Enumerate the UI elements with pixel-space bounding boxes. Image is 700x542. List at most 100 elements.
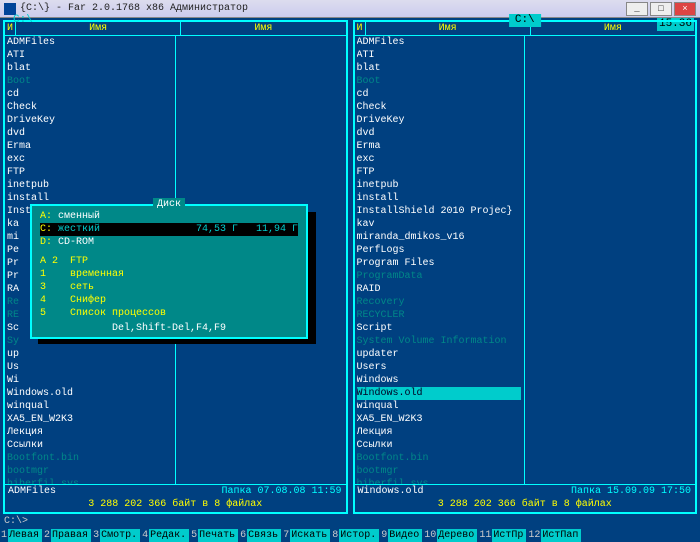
history-row[interactable]: 3 сеть — [40, 281, 298, 294]
maximize-button[interactable]: □ — [650, 2, 672, 16]
file-item[interactable]: kav — [357, 218, 522, 231]
file-item[interactable]: dvd — [357, 127, 522, 140]
file-item[interactable]: Boot — [357, 75, 522, 88]
file-item[interactable]: bootmgr — [7, 465, 172, 478]
file-item[interactable]: Bootfont.bin — [7, 452, 172, 465]
fkey-5[interactable]: 5Печать — [190, 528, 239, 542]
right-path: C:\ — [509, 14, 541, 27]
file-item[interactable]: ProgramData — [357, 270, 522, 283]
right-status-name: Windows.old — [358, 486, 424, 497]
terminal: 15:36 C:\ И Имя Имя ADMFilesATIblatBootc… — [0, 18, 700, 542]
history-list[interactable]: A 2 FTP 1 временная 3 сеть 4 Снифер 5 Сп… — [40, 255, 298, 320]
file-item[interactable]: Wi — [7, 374, 172, 387]
fkey-10[interactable]: 10Дерево — [423, 528, 478, 542]
left-status-info: Папка 07.08.08 11:59 — [221, 485, 341, 498]
file-item[interactable]: Ссылки — [357, 439, 522, 452]
file-item[interactable]: FTP — [357, 166, 522, 179]
close-button[interactable]: × — [674, 2, 696, 16]
file-item[interactable]: Users — [357, 361, 522, 374]
col-name: Имя — [15, 22, 180, 35]
file-item[interactable]: cd — [357, 88, 522, 101]
fkey-6[interactable]: 6Связь — [239, 528, 282, 542]
file-item[interactable]: winqual — [7, 400, 172, 413]
file-item[interactable]: Ссылки — [7, 439, 172, 452]
right-status: Windows.old Папка 15.09.09 17:50 3 288 2… — [355, 484, 696, 512]
file-item[interactable]: DriveKey — [7, 114, 172, 127]
command-prompt[interactable]: C:\> — [4, 515, 28, 528]
function-keys: 1Левая 2Правая3Смотр.4Редак.5Печать6Связ… — [0, 528, 700, 542]
drive-row[interactable]: A:сменный — [40, 210, 298, 223]
file-item[interactable]: Windows.old — [357, 387, 522, 400]
file-item[interactable]: Program Files — [357, 257, 522, 270]
fkey-7[interactable]: 7Искать — [282, 528, 331, 542]
file-item[interactable]: updater — [357, 348, 522, 361]
file-item[interactable]: RECYCLER — [357, 309, 522, 322]
file-item[interactable]: RAID — [357, 283, 522, 296]
file-item[interactable]: DriveKey — [357, 114, 522, 127]
window-titlebar: {C:\} - Far 2.0.1768 x86 Администратор _… — [0, 0, 700, 18]
drive-row[interactable]: C:жесткий74,53 Г11,94 Г — [40, 223, 298, 236]
dialog-title: Диск — [153, 198, 185, 211]
file-item[interactable]: PerfLogs — [357, 244, 522, 257]
file-item[interactable]: Лекция — [7, 426, 172, 439]
file-item[interactable]: winqual — [357, 400, 522, 413]
history-row[interactable]: 1 временная — [40, 268, 298, 281]
file-item[interactable]: System Volume Information — [357, 335, 522, 348]
left-path: C:\ — [13, 14, 33, 27]
file-item[interactable]: Check — [357, 101, 522, 114]
fkey-2[interactable]: 2Правая — [43, 528, 92, 542]
left-status-bytes: 3 288 202 366 байт в 8 файлах — [8, 498, 343, 511]
file-item[interactable]: Recovery — [357, 296, 522, 309]
file-item[interactable]: FTP — [7, 166, 172, 179]
file-item[interactable]: Bootfont.bin — [357, 452, 522, 465]
file-item[interactable]: inetpub — [7, 179, 172, 192]
fkey-3[interactable]: 3Смотр. — [92, 528, 141, 542]
file-item[interactable]: miranda_dmikos_v16 — [357, 231, 522, 244]
history-row[interactable]: 5 Список процессов — [40, 307, 298, 320]
right-status-info: Папка 15.09.09 17:50 — [571, 485, 691, 498]
file-item[interactable]: Windows — [357, 374, 522, 387]
fkey-1[interactable]: 1Левая — [0, 528, 43, 542]
fkey-11[interactable]: 11ИстПр — [478, 528, 527, 542]
right-file-column[interactable]: ADMFilesATIblatBootcdCheckDriveKeydvdErm… — [355, 36, 526, 484]
file-item[interactable]: InstallShield 2010 Projec} — [357, 205, 522, 218]
file-item[interactable]: Check — [7, 101, 172, 114]
file-item[interactable]: bootmgr — [357, 465, 522, 478]
drive-row[interactable]: D:CD-ROM — [40, 236, 298, 249]
col-mark: И — [355, 22, 365, 35]
file-item[interactable]: exc — [7, 153, 172, 166]
history-row[interactable]: A 2 FTP — [40, 255, 298, 268]
file-item[interactable]: install — [357, 192, 522, 205]
fkey-8[interactable]: 8Истор. — [331, 528, 380, 542]
file-item[interactable]: blat — [357, 62, 522, 75]
file-item[interactable]: XA5_EN_W2K3 — [357, 413, 522, 426]
file-item[interactable]: exc — [357, 153, 522, 166]
file-item[interactable]: Erma — [7, 140, 172, 153]
left-status: ADMFiles Папка 07.08.08 11:59 3 288 202 … — [5, 484, 346, 512]
file-item[interactable]: Лекция — [357, 426, 522, 439]
file-item[interactable]: Boot — [7, 75, 172, 88]
drive-dialog[interactable]: Диск A:сменныйC:жесткий74,53 Г11,94 ГD:C… — [30, 204, 308, 339]
history-row[interactable]: 4 Снифер — [40, 294, 298, 307]
right-panel[interactable]: C:\ И Имя Имя ADMFilesATIblatBootcdCheck… — [353, 20, 698, 514]
fkey-4[interactable]: 4Редак. — [141, 528, 190, 542]
file-item[interactable]: ADMFiles — [357, 36, 522, 49]
fkey-12[interactable]: 12ИстПап — [527, 528, 582, 542]
file-item[interactable]: ADMFiles — [7, 36, 172, 49]
file-item[interactable]: ATI — [7, 49, 172, 62]
file-item[interactable]: dvd — [7, 127, 172, 140]
right-file-column-2[interactable] — [525, 36, 695, 484]
file-item[interactable]: Windows.old — [7, 387, 172, 400]
file-item[interactable]: Erma — [357, 140, 522, 153]
minimize-button[interactable]: _ — [626, 2, 648, 16]
file-item[interactable]: cd — [7, 88, 172, 101]
file-item[interactable]: Us — [7, 361, 172, 374]
file-item[interactable]: XA5_EN_W2K3 — [7, 413, 172, 426]
file-item[interactable]: blat — [7, 62, 172, 75]
drive-list[interactable]: A:сменныйC:жесткий74,53 Г11,94 ГD:CD-ROM — [40, 210, 298, 249]
file-item[interactable]: Script — [357, 322, 522, 335]
fkey-9[interactable]: 9Видео — [380, 528, 423, 542]
file-item[interactable]: up — [7, 348, 172, 361]
file-item[interactable]: inetpub — [357, 179, 522, 192]
file-item[interactable]: ATI — [357, 49, 522, 62]
